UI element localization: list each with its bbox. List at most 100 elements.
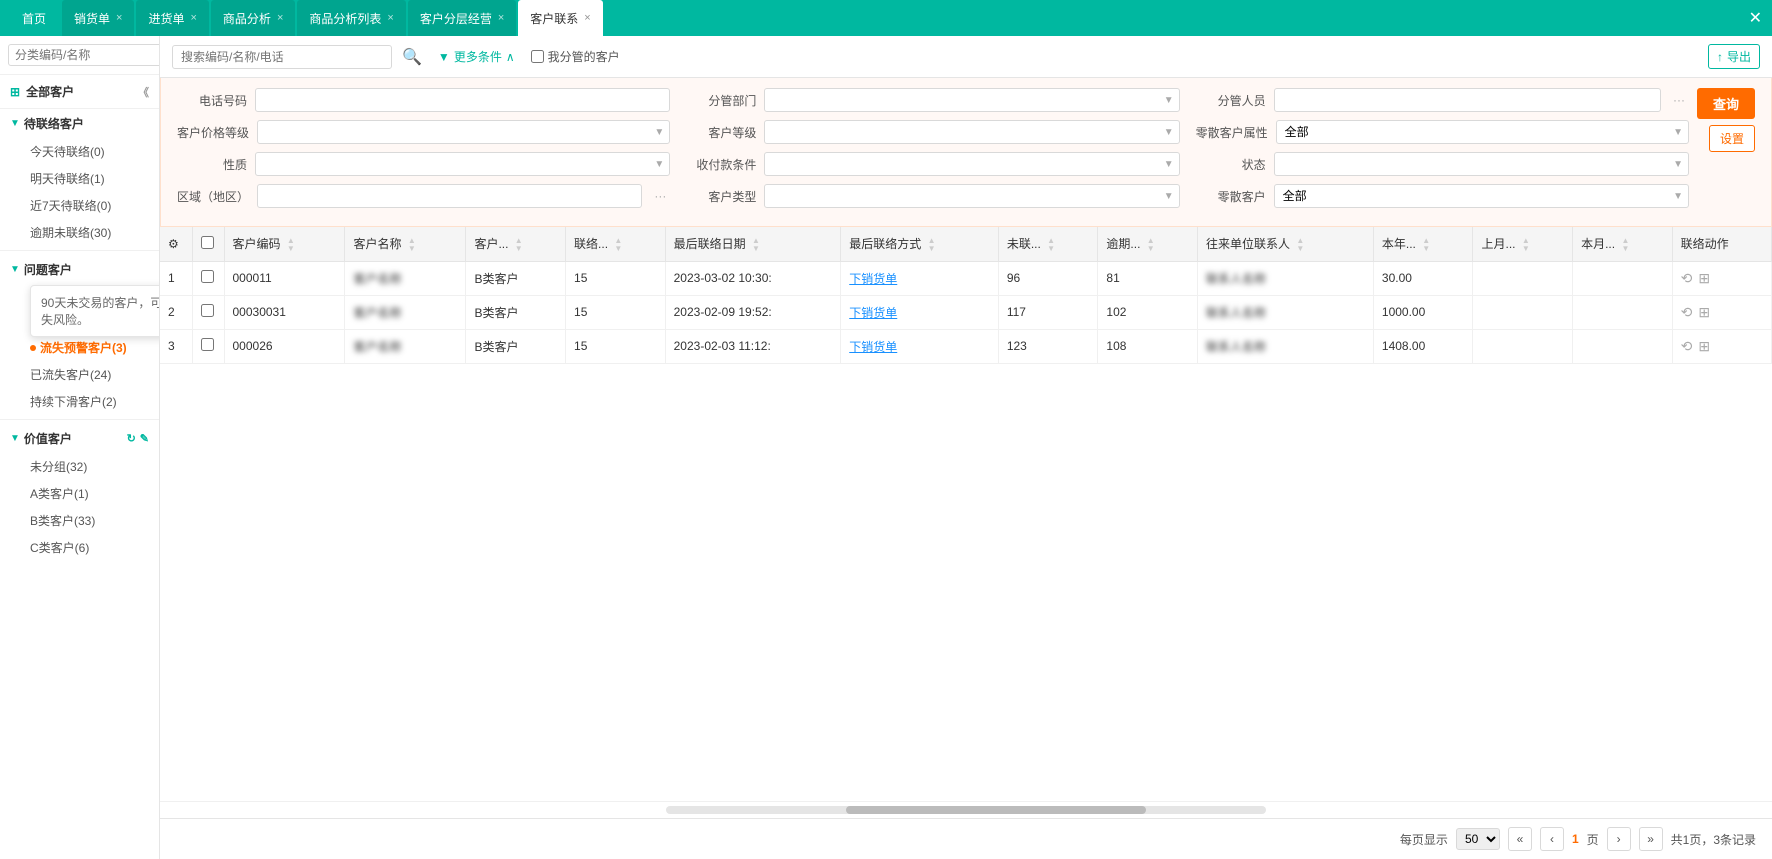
close-sales-order[interactable]: × bbox=[116, 12, 122, 24]
filter-more-btn[interactable]: ▼ 更多条件 ∧ bbox=[432, 45, 521, 68]
th-last-contact-method[interactable]: 最后联络方式 ▲▼ bbox=[841, 227, 999, 261]
tab-home[interactable]: 首页 bbox=[8, 0, 60, 36]
link-action-icon[interactable]: ⟲ bbox=[1681, 270, 1693, 287]
th-contact[interactable]: 联络... ▲▼ bbox=[566, 227, 666, 261]
close-product-analysis[interactable]: × bbox=[277, 12, 283, 24]
tab-product-analysis-list[interactable]: 商品分析列表 × bbox=[297, 0, 405, 36]
sidebar-item-today[interactable]: 今天待联络(0) bbox=[10, 138, 159, 165]
window-close-button[interactable]: ✕ bbox=[1749, 8, 1762, 28]
th-settings[interactable]: ⚙ bbox=[160, 227, 192, 261]
row-checkbox[interactable] bbox=[201, 304, 214, 317]
tab-purchase-order[interactable]: 进货单 × bbox=[136, 0, 208, 36]
grid-action-icon[interactable]: ⊞ bbox=[1698, 270, 1710, 287]
customer-type-select[interactable] bbox=[764, 184, 1179, 208]
phone-input[interactable] bbox=[255, 88, 670, 112]
sidebar-all-customers[interactable]: ⊞ 全部客户 《 bbox=[0, 75, 159, 109]
action-icons: ⟲ ⊞ bbox=[1681, 270, 1763, 287]
contact-method-link[interactable]: 下销货单 bbox=[849, 340, 897, 354]
sidebar-group-waiting[interactable]: ▼ 待联络客户 bbox=[0, 109, 159, 138]
tab-customer-layered[interactable]: 客户分层经营 × bbox=[408, 0, 516, 36]
filter-field-payment: 收付款条件 ▼ bbox=[686, 152, 1179, 176]
region-input[interactable] bbox=[257, 184, 642, 208]
filter-search-button[interactable]: 🔍 bbox=[402, 47, 422, 67]
sidebar-item-class-b[interactable]: B类客户(33) bbox=[10, 507, 159, 534]
th-code[interactable]: 客户编码 ▲▼ bbox=[224, 227, 345, 261]
cell-this-year: 1000.00 bbox=[1373, 295, 1473, 329]
last-page-button[interactable]: » bbox=[1639, 827, 1663, 851]
th-type[interactable]: 客户... ▲▼ bbox=[466, 227, 566, 261]
horizontal-scrollbar[interactable] bbox=[160, 801, 1772, 818]
my-customers-checkbox[interactable] bbox=[531, 50, 544, 63]
cell-this-year: 1408.00 bbox=[1373, 329, 1473, 363]
th-last-contact-date[interactable]: 最后联络日期 ▲▼ bbox=[665, 227, 841, 261]
person-input[interactable] bbox=[1274, 88, 1661, 112]
per-page-select[interactable]: 50 bbox=[1456, 828, 1500, 850]
link-action-icon[interactable]: ⟲ bbox=[1681, 338, 1693, 355]
th-overdue[interactable]: 逾期... ▲▼ bbox=[1098, 227, 1198, 261]
person-more-icon[interactable]: ··· bbox=[1669, 93, 1689, 107]
grid-action-icon[interactable]: ⊞ bbox=[1698, 304, 1710, 321]
tab-sales-order[interactable]: 销货单 × bbox=[62, 0, 134, 36]
th-name[interactable]: 客户名称 ▲▼ bbox=[345, 227, 466, 261]
zero-retail-select[interactable]: 全部 bbox=[1276, 120, 1689, 144]
settings-button[interactable]: 设置 bbox=[1709, 125, 1755, 152]
region-more-icon[interactable]: ··· bbox=[650, 189, 670, 203]
sidebar-item-class-c[interactable]: C类客户(6) bbox=[10, 534, 159, 561]
prev-page-button[interactable]: ‹ bbox=[1540, 827, 1564, 851]
filter-actions: 查询 设置 bbox=[1697, 88, 1755, 216]
tab-product-analysis[interactable]: 商品分析 × bbox=[211, 0, 295, 36]
sidebar-item-7days[interactable]: 近7天待联络(0) bbox=[10, 192, 159, 219]
close-purchase-order[interactable]: × bbox=[190, 12, 196, 24]
export-button[interactable]: ↑ 导出 bbox=[1708, 44, 1760, 69]
close-customer-layered[interactable]: × bbox=[498, 12, 504, 24]
sidebar-item-overdue[interactable]: 逾期未联络(30) bbox=[10, 219, 159, 246]
th-last-month[interactable]: 上月... ▲▼ bbox=[1473, 227, 1573, 261]
row-checkbox[interactable] bbox=[201, 338, 214, 351]
filter-my-customers[interactable]: 我分管的客户 bbox=[531, 48, 620, 65]
customer-level-select[interactable] bbox=[764, 120, 1179, 144]
sidebar-group-value[interactable]: ▼ 价值客户 ↻ ✎ bbox=[0, 424, 159, 453]
filter-search-input[interactable] bbox=[172, 45, 392, 69]
sidebar-item-declining[interactable]: 持续下滑客户(2) bbox=[10, 388, 159, 415]
link-action-icon[interactable]: ⟲ bbox=[1681, 304, 1693, 321]
status-select[interactable] bbox=[1274, 152, 1689, 176]
row-checkbox[interactable] bbox=[201, 270, 214, 283]
sidebar-item-churn-warning[interactable]: 流失预警客户(3) bbox=[10, 334, 159, 361]
price-level-select[interactable] bbox=[257, 120, 670, 144]
dept-select[interactable] bbox=[764, 88, 1179, 112]
sidebar-item-class-a[interactable]: A类客户(1) bbox=[10, 480, 159, 507]
cell-index: 2 bbox=[160, 295, 192, 329]
tab-customer-contact[interactable]: 客户联系 × bbox=[518, 0, 602, 36]
th-this-year[interactable]: 本年... ▲▼ bbox=[1373, 227, 1473, 261]
cell-action: ⟲ ⊞ bbox=[1672, 261, 1771, 295]
next-page-button[interactable]: › bbox=[1607, 827, 1631, 851]
cell-code: 00030031 bbox=[224, 295, 345, 329]
th-this-month[interactable]: 本月... ▲▼ bbox=[1573, 227, 1673, 261]
nature-select[interactable] bbox=[255, 152, 670, 176]
th-unit-contact[interactable]: 往来单位联系人 ▲▼ bbox=[1198, 227, 1374, 261]
select-all-checkbox[interactable] bbox=[201, 236, 214, 249]
query-button[interactable]: 查询 bbox=[1697, 88, 1755, 119]
sidebar-problem-items: 流失预警客户(3) 已流失客户(24) 持续下滑客户(2) bbox=[0, 334, 159, 415]
grid-action-icon[interactable]: ⊞ bbox=[1698, 338, 1710, 355]
sidebar-item-tomorrow[interactable]: 明天待联络(1) bbox=[10, 165, 159, 192]
sidebar-search-input[interactable] bbox=[8, 44, 160, 66]
zero-retail-2-select[interactable]: 全部 bbox=[1274, 184, 1689, 208]
cell-action: ⟲ ⊞ bbox=[1672, 329, 1771, 363]
th-not-contacted[interactable]: 未联... ▲▼ bbox=[998, 227, 1098, 261]
scroll-track[interactable] bbox=[666, 806, 1266, 814]
contact-method-link[interactable]: 下销货单 bbox=[849, 306, 897, 320]
scroll-thumb[interactable] bbox=[846, 806, 1146, 814]
payment-select[interactable] bbox=[764, 152, 1179, 176]
dept-label: 分管部门 bbox=[686, 92, 756, 109]
phone-label: 电话号码 bbox=[177, 92, 247, 109]
sidebar-item-ungrouped[interactable]: 未分组(32) bbox=[10, 453, 159, 480]
sidebar-group-problem[interactable]: ▼ 问题客户 bbox=[0, 255, 159, 284]
sidebar-item-churned[interactable]: 已流失客户(24) bbox=[10, 361, 159, 388]
close-customer-contact[interactable]: × bbox=[584, 12, 590, 24]
first-page-button[interactable]: « bbox=[1508, 827, 1532, 851]
per-page-label: 每页显示 bbox=[1400, 831, 1448, 848]
close-product-analysis-list[interactable]: × bbox=[387, 12, 393, 24]
contact-method-link[interactable]: 下销货单 bbox=[849, 272, 897, 286]
cell-name: 客户名称 bbox=[345, 295, 466, 329]
